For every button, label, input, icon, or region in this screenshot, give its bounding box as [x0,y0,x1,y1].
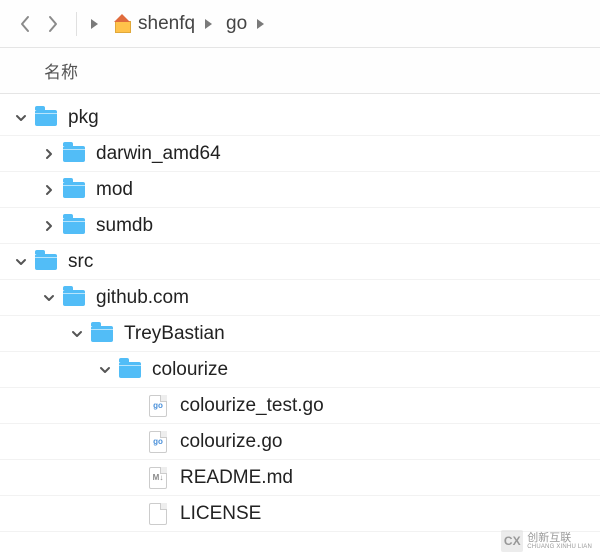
txt-file-icon [146,502,170,526]
tree-row[interactable]: LICENSE [0,496,600,532]
folder-icon [90,322,114,346]
tree-item-label: TreyBastian [124,323,225,345]
column-header[interactable]: 名称 [0,48,600,94]
disclosure-closed-icon[interactable] [42,183,56,197]
tree-item-label: github.com [96,287,189,309]
nav-back-button[interactable] [14,13,36,35]
tree-item-label: mod [96,179,133,201]
folder-icon [34,106,58,130]
breadcrumb: shenfq go [89,11,270,37]
watermark: CX 创新互联 CHUANG XINHU LIAN [501,530,592,552]
tree-row[interactable]: sumdb [0,208,600,244]
tree-item-label: colourize_test.go [180,395,324,417]
tree-row[interactable]: github.com [0,280,600,316]
disclosure-open-icon[interactable] [14,255,28,269]
go-file-icon: go [146,394,170,418]
folder-icon [62,214,86,238]
tree-item-label: colourize.go [180,431,282,453]
tree-row[interactable]: colourize [0,352,600,388]
folder-icon [118,358,142,382]
watermark-line2: CHUANG XINHU LIAN [527,544,592,550]
go-file-icon: go [146,430,170,454]
tree-row[interactable]: M↓ README.md [0,460,600,496]
disclosure-closed-icon[interactable] [42,147,56,161]
tree-item-label: README.md [180,467,293,489]
breadcrumb-label: shenfq [138,13,195,35]
tree-row[interactable]: go colourize.go [0,424,600,460]
tree-item-label: colourize [152,359,228,381]
tree-row[interactable]: darwin_amd64 [0,136,600,172]
tree-item-label: LICENSE [180,503,261,525]
toolbar: shenfq go [0,0,600,48]
tree-item-label: src [68,251,93,273]
home-icon [112,14,132,34]
breadcrumb-item-shenfq[interactable]: shenfq [108,11,199,37]
breadcrumb-separator-icon [257,19,264,29]
disclosure-open-icon[interactable] [14,111,28,125]
tree-row[interactable]: pkg [0,100,600,136]
folder-icon [62,142,86,166]
tree-row[interactable]: go colourize_test.go [0,388,600,424]
breadcrumb-item-go[interactable]: go [222,11,251,37]
tree-item-label: darwin_amd64 [96,143,221,165]
folder-icon [62,178,86,202]
tree-item-label: sumdb [96,215,153,237]
tree-row[interactable]: src [0,244,600,280]
tree-row[interactable]: TreyBastian [0,316,600,352]
breadcrumb-separator-icon [205,19,212,29]
disclosure-open-icon[interactable] [42,291,56,305]
chevron-right-icon [47,15,59,33]
file-tree: pkg darwin_amd64mod sumdbsrcgithub.com Trey… [0,94,600,532]
disclosure-closed-icon[interactable] [42,219,56,233]
toolbar-divider [76,12,77,36]
disclosure-open-icon[interactable] [70,327,84,341]
md-file-icon: M↓ [146,466,170,490]
folder-icon [34,250,58,274]
watermark-text: 创新互联 CHUANG XINHU LIAN [527,533,592,550]
folder-icon [62,286,86,310]
column-header-name: 名称 [44,58,78,83]
tree-item-label: pkg [68,107,99,129]
disclosure-open-icon[interactable] [98,363,112,377]
watermark-logo: CX [501,530,523,552]
nav-forward-button[interactable] [42,13,64,35]
watermark-line1: 创新互联 [527,533,592,544]
chevron-left-icon [19,15,31,33]
tree-row[interactable]: mod [0,172,600,208]
breadcrumb-separator-icon [91,19,98,29]
breadcrumb-label: go [226,13,247,35]
